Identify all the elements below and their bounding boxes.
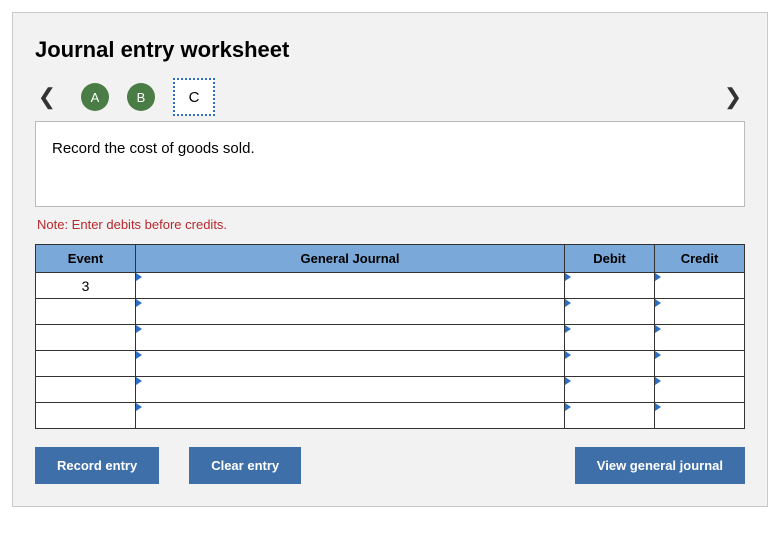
cell-credit[interactable] xyxy=(655,273,745,299)
cell-general-journal[interactable] xyxy=(136,351,565,377)
next-arrow-icon[interactable]: ❯ xyxy=(721,84,745,110)
cell-general-journal[interactable] xyxy=(136,325,565,351)
table-row xyxy=(36,377,745,403)
cell-general-journal[interactable] xyxy=(136,377,565,403)
cell-general-journal[interactable] xyxy=(136,403,565,429)
view-general-journal-button[interactable]: View general journal xyxy=(575,447,745,484)
record-entry-button[interactable]: Record entry xyxy=(35,447,159,484)
note-text: Note: Enter debits before credits. xyxy=(37,217,745,232)
header-credit: Credit xyxy=(655,245,745,273)
cell-debit[interactable] xyxy=(565,351,655,377)
cell-credit[interactable] xyxy=(655,325,745,351)
cell-debit[interactable] xyxy=(565,273,655,299)
journal-table: Event General Journal Debit Credit 3 xyxy=(35,244,745,429)
tabs-row: ❮ A B C ❯ xyxy=(35,77,745,117)
cell-event[interactable]: 3 xyxy=(36,273,136,299)
cell-event[interactable] xyxy=(36,299,136,325)
table-row xyxy=(36,299,745,325)
tab-list: A B C xyxy=(81,78,215,116)
tab-c[interactable]: C xyxy=(173,78,215,116)
worksheet-panel: Journal entry worksheet ❮ A B C ❯ Record… xyxy=(12,12,768,507)
header-event: Event xyxy=(36,245,136,273)
table-row: 3 xyxy=(36,273,745,299)
cell-debit[interactable] xyxy=(565,377,655,403)
button-row: Record entry Clear entry View general jo… xyxy=(35,447,745,484)
table-row xyxy=(36,325,745,351)
header-general-journal: General Journal xyxy=(136,245,565,273)
tab-b[interactable]: B xyxy=(127,83,155,111)
cell-event[interactable] xyxy=(36,377,136,403)
cell-credit[interactable] xyxy=(655,377,745,403)
cell-credit[interactable] xyxy=(655,299,745,325)
instruction-box: Record the cost of goods sold. xyxy=(35,121,745,207)
prev-arrow-icon[interactable]: ❮ xyxy=(35,84,59,110)
cell-event[interactable] xyxy=(36,351,136,377)
clear-entry-button[interactable]: Clear entry xyxy=(189,447,301,484)
table-row xyxy=(36,351,745,377)
cell-credit[interactable] xyxy=(655,403,745,429)
cell-debit[interactable] xyxy=(565,299,655,325)
cell-debit[interactable] xyxy=(565,325,655,351)
cell-event[interactable] xyxy=(36,325,136,351)
cell-general-journal[interactable] xyxy=(136,299,565,325)
header-debit: Debit xyxy=(565,245,655,273)
cell-credit[interactable] xyxy=(655,351,745,377)
page-title: Journal entry worksheet xyxy=(35,37,745,63)
cell-general-journal[interactable] xyxy=(136,273,565,299)
table-row xyxy=(36,403,745,429)
cell-event[interactable] xyxy=(36,403,136,429)
tab-a[interactable]: A xyxy=(81,83,109,111)
cell-debit[interactable] xyxy=(565,403,655,429)
